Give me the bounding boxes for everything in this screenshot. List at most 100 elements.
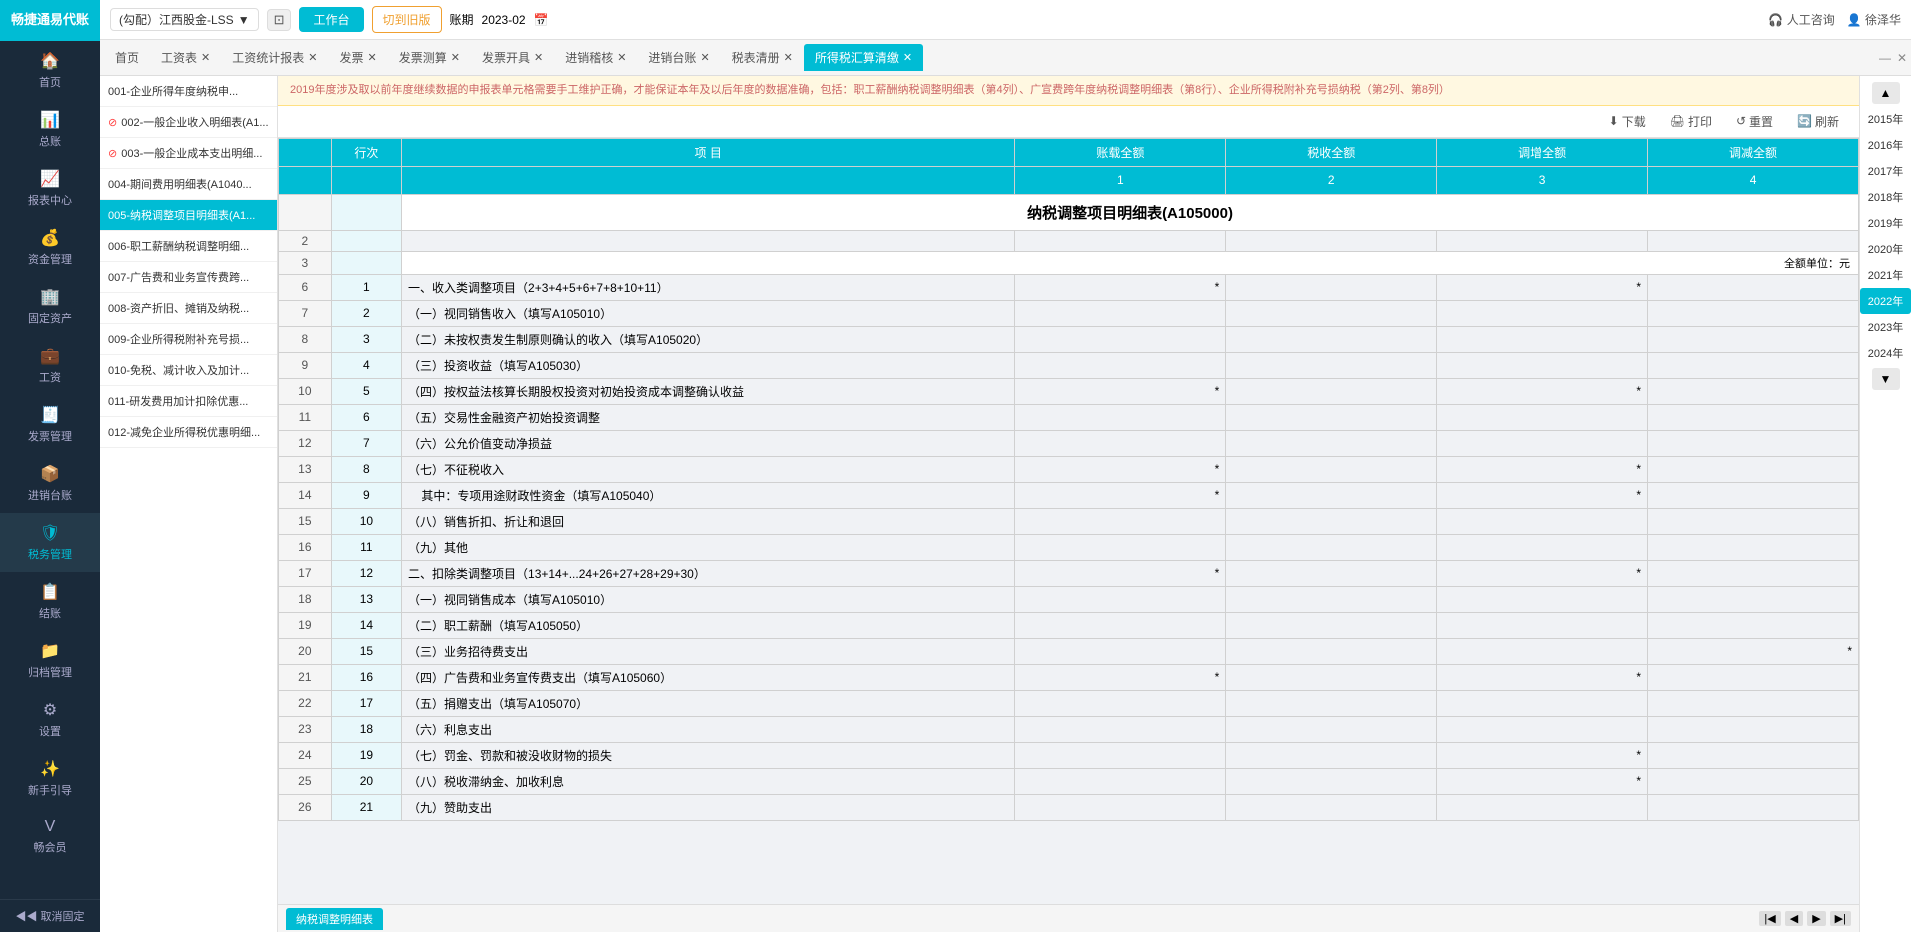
year-panel: ▲ 2015年 2016年 2017年 2018年 2019年 2020年 20… <box>1859 76 1911 932</box>
scroll-right-most[interactable]: ▶| <box>1830 911 1851 926</box>
tab-income-tax-close[interactable]: ✕ <box>903 51 912 64</box>
tab-invoice-open[interactable]: 发票开具 ✕ <box>471 44 554 71</box>
year-2019[interactable]: 2019年 <box>1860 210 1911 236</box>
year-down-button[interactable]: ▼ <box>1872 368 1900 390</box>
col-C-sub: 1 <box>1015 166 1226 194</box>
year-2022[interactable]: 2022年 <box>1860 288 1911 314</box>
tab-invoice-open-close[interactable]: ✕ <box>534 51 543 64</box>
col-D-header: 税收全额 <box>1226 138 1437 166</box>
sidebar-item-purchase[interactable]: 📦 进销台账 <box>0 454 100 513</box>
sidebar-item-label: 税务管理 <box>28 546 72 562</box>
file-item-007[interactable]: 007-广告费和业务宣传费跨... <box>100 262 277 293</box>
close-all-icon[interactable]: ✕ <box>1897 51 1907 65</box>
file-panel: 001-企业所得年度纳税申... ⊘ 002-一般企业收入明细表(A1... ⊘… <box>100 76 278 932</box>
payroll-icon: 💼 <box>40 346 60 366</box>
year-up-button[interactable]: ▲ <box>1872 82 1900 104</box>
sidebar-item-label: 畅会员 <box>34 839 67 855</box>
scroll-left-most[interactable]: |◀ <box>1759 911 1780 926</box>
tab-tax-clear[interactable]: 税表清册 ✕ <box>721 44 804 71</box>
year-2023[interactable]: 2023年 <box>1860 314 1911 340</box>
sidebar-item-label: 工资 <box>39 369 61 385</box>
file-item-002[interactable]: ⊘ 002-一般企业收入明细表(A1... <box>100 107 277 138</box>
minimize-icon[interactable]: — <box>1879 51 1891 65</box>
period-value: 2023-02 <box>482 13 526 27</box>
year-2018[interactable]: 2018年 <box>1860 184 1911 210</box>
tab-invoice-calc[interactable]: 发票测算 ✕ <box>388 44 471 71</box>
switch-old-button[interactable]: 切到旧版 <box>372 6 442 33</box>
reset-button[interactable]: ↺ 重置 <box>1728 110 1781 133</box>
col-E-sub: 3 <box>1437 166 1648 194</box>
tab-purchase-ledger[interactable]: 进销台账 ✕ <box>637 44 720 71</box>
company-icon-button[interactable]: ⊡ <box>267 9 292 31</box>
table-row: 13 8 （七）不征税收入 * * <box>279 456 1859 482</box>
user-avatar[interactable]: 👤 徐泽华 <box>1847 11 1901 28</box>
tab-payroll-close[interactable]: ✕ <box>201 51 210 64</box>
year-2024[interactable]: 2024年 <box>1860 340 1911 366</box>
main-area: (勾配）江西股金-LSS ▼ ⊡ 工作台 切到旧版 账期 2023-02 📅 🎧… <box>100 0 1911 932</box>
tab-purchase-check[interactable]: 进销稽核 ✕ <box>554 44 637 71</box>
sidebar-item-assets[interactable]: 🏢 固定资产 <box>0 277 100 336</box>
tab-payroll-label: 工资表 <box>161 49 197 66</box>
file-item-001[interactable]: 001-企业所得年度纳税申... <box>100 76 277 107</box>
scroll-left[interactable]: ◀ <box>1785 911 1803 926</box>
tab-invoice-close[interactable]: ✕ <box>368 51 377 64</box>
sidebar-item-ledger[interactable]: 📊 总账 <box>0 100 100 159</box>
download-icon: ⬇ <box>1609 114 1619 128</box>
file-item-009[interactable]: 009-企业所得税附补充号损... <box>100 324 277 355</box>
home-icon: 🏠 <box>40 51 60 71</box>
spreadsheet-container[interactable]: 行次 项 目 账载全额 税收全额 调增全额 调减全额 1 2 <box>278 138 1859 905</box>
vip-icon: V <box>45 818 56 836</box>
refresh-button[interactable]: 🔄 刷新 <box>1789 110 1847 133</box>
tab-payroll-stat[interactable]: 工资统计报表 ✕ <box>221 44 328 71</box>
bottom-scroll-controls: |◀ ◀ ▶ ▶| <box>1759 911 1851 926</box>
bottom-tab-tax-adj[interactable]: 纳税调整明细表 <box>286 908 383 930</box>
tab-income-tax[interactable]: 所得税汇算清缴 ✕ <box>804 44 923 71</box>
file-item-004[interactable]: 004-期间费用明细表(A1040... <box>100 169 277 200</box>
year-2020[interactable]: 2020年 <box>1860 236 1911 262</box>
sidebar-item-tax[interactable]: 🛡 税务管理 <box>0 513 100 572</box>
sidebar-item-payroll[interactable]: 💼 工资 <box>0 336 100 395</box>
year-2016[interactable]: 2016年 <box>1860 132 1911 158</box>
sidebar-item-home[interactable]: 🏠 首页 <box>0 41 100 100</box>
tab-home[interactable]: 首页 <box>104 44 150 71</box>
workbench-button[interactable]: 工作台 <box>299 7 363 32</box>
tab-invoice-calc-close[interactable]: ✕ <box>451 51 460 64</box>
sidebar-item-guide[interactable]: ✨ 新手引导 <box>0 749 100 808</box>
table-row: 20 15 （三）业务招待费支出 * <box>279 638 1859 664</box>
tab-home-label: 首页 <box>115 49 139 66</box>
settings-icon: ⚙ <box>43 700 57 720</box>
company-selector[interactable]: (勾配）江西股金-LSS ▼ <box>110 8 259 31</box>
sidebar-item-invoice[interactable]: 🧾 发票管理 <box>0 395 100 454</box>
download-button[interactable]: ⬇ 下载 <box>1601 110 1654 133</box>
file-item-003[interactable]: ⊘ 003-一般企业成本支出明细... <box>100 138 277 169</box>
error-icon: ⊘ <box>108 147 117 160</box>
file-item-008[interactable]: 008-资产折旧、摊销及纳税... <box>100 293 277 324</box>
sidebar-item-label: 设置 <box>39 723 61 739</box>
tab-purchase-ledger-close[interactable]: ✕ <box>700 51 709 64</box>
tab-purchase-check-close[interactable]: ✕ <box>617 51 626 64</box>
tab-payroll-stat-close[interactable]: ✕ <box>308 51 317 64</box>
print-button[interactable]: 🖨 打印 <box>1662 110 1720 133</box>
file-item-005[interactable]: 005-纳税调整项目明细表(A1... <box>100 200 277 231</box>
file-item-006[interactable]: 006-职工薪酬纳税调整明细... <box>100 231 277 262</box>
year-2021[interactable]: 2021年 <box>1860 262 1911 288</box>
support-link[interactable]: 🎧 人工咨询 <box>1768 11 1834 28</box>
scroll-right[interactable]: ▶ <box>1807 911 1825 926</box>
tab-tax-clear-close[interactable]: ✕ <box>784 51 793 64</box>
unpin-button[interactable]: ◀◀ 取消固定 <box>0 899 100 932</box>
calendar-icon[interactable]: 📅 <box>534 13 549 27</box>
sidebar-item-report[interactable]: 📈 报表中心 <box>0 159 100 218</box>
sidebar-item-settings[interactable]: ⚙ 设置 <box>0 690 100 749</box>
file-item-012[interactable]: 012-减免企业所得税优惠明细... <box>100 417 277 448</box>
year-2017[interactable]: 2017年 <box>1860 158 1911 184</box>
file-item-010[interactable]: 010-免税、减计收入及加计... <box>100 355 277 386</box>
sidebar-item-vip[interactable]: V 畅会员 <box>0 808 100 865</box>
sidebar-item-capital[interactable]: 💰 资金管理 <box>0 218 100 277</box>
sidebar-item-archive[interactable]: 📁 归档管理 <box>0 631 100 690</box>
file-item-011[interactable]: 011-研发费用加计扣除优惠... <box>100 386 277 417</box>
year-2015[interactable]: 2015年 <box>1860 106 1911 132</box>
file-label: 006-职工薪酬纳税调整明细... <box>108 238 249 254</box>
tab-payroll[interactable]: 工资表 ✕ <box>150 44 221 71</box>
sidebar-item-settle[interactable]: 📋 结账 <box>0 572 100 631</box>
tab-invoice[interactable]: 发票 ✕ <box>328 44 387 71</box>
